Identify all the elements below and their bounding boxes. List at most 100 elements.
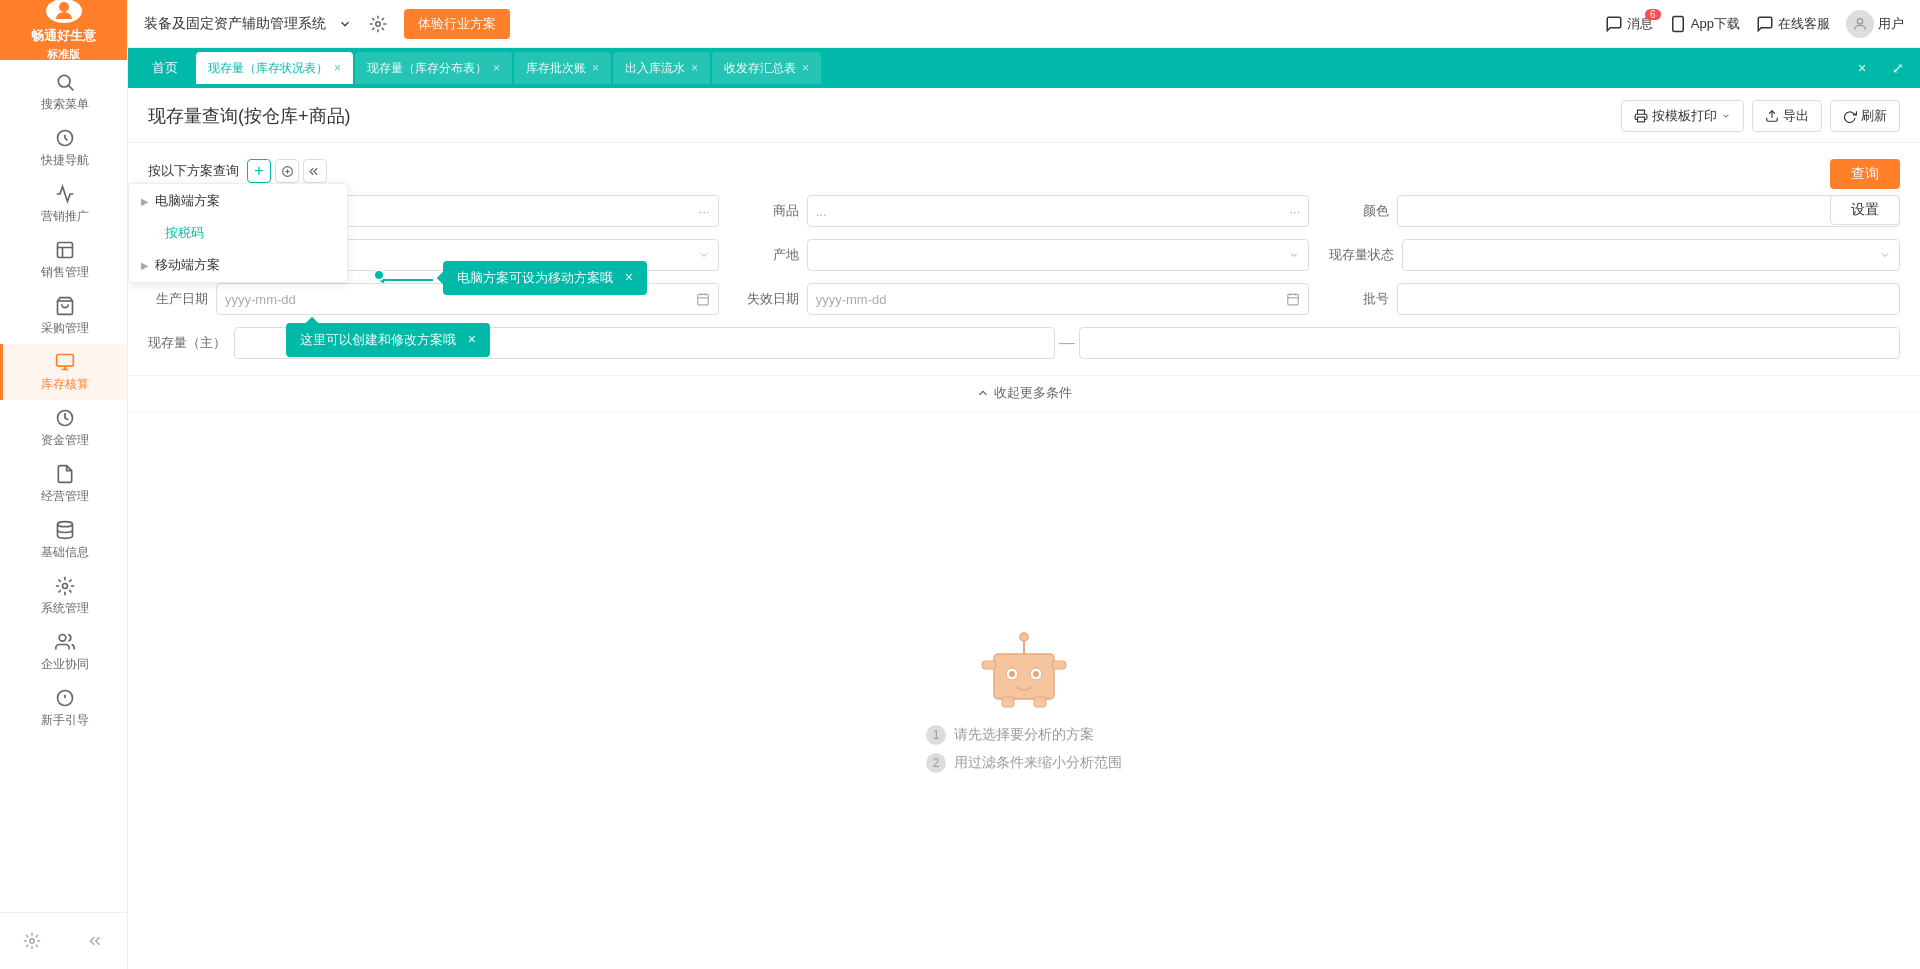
tab-inventory-dist-close[interactable]: × [493, 61, 500, 75]
export-btn[interactable]: 导出 [1752, 100, 1822, 132]
sidebar-item-operations[interactable]: 经营管理 [0, 456, 127, 512]
refresh-btn[interactable]: 刷新 [1830, 100, 1900, 132]
tab-batch-ledger-label: 库存批次账 [526, 60, 586, 77]
svg-rect-40 [1034, 697, 1046, 707]
svg-point-0 [59, 2, 69, 12]
user-btn[interactable]: 用户 [1846, 10, 1904, 38]
size-chevron [698, 249, 710, 261]
filter-header-btns: + [247, 159, 327, 183]
tab-batch-ledger[interactable]: 库存批次账 × [514, 52, 611, 84]
expiry-date-input[interactable]: yyyy-mm-dd [807, 283, 1310, 315]
sidebar-item-enterprise[interactable]: 企业协同 [0, 624, 127, 680]
sidebar-item-guide[interactable]: 快捷导航 [0, 120, 127, 176]
empty-tips: 1 请先选择要分析的方案 2 用过滤条件来缩小分析范围 [926, 725, 1122, 773]
empty-tip-2-text: 用过滤条件来缩小分析范围 [954, 754, 1122, 772]
scheme-tooltip-text: 电脑方案可设为移动方案哦 [457, 270, 613, 285]
export-label: 导出 [1783, 107, 1809, 125]
inventory-status-chevron [1879, 249, 1891, 261]
sidebar-item-newbie[interactable]: 新手引导 [0, 680, 127, 736]
sidebar-item-marketing[interactable]: 营销推广 [0, 176, 127, 232]
inventory-main-max[interactable] [1079, 327, 1900, 359]
empty-tip-1-text: 请先选择要分析的方案 [954, 726, 1094, 744]
sidebar-item-search-label: 搜索菜单 [41, 96, 89, 113]
svg-point-36 [1020, 633, 1028, 641]
sidebar-item-base[interactable]: 基础信息 [0, 512, 127, 568]
scheme-tooltip-close[interactable]: × [625, 269, 633, 285]
back-scheme-btn[interactable] [303, 159, 327, 183]
mobile-scheme-item[interactable]: ▶ 移动端方案 [129, 248, 347, 282]
tab-inventory-dist[interactable]: 现存量（库存分布表） × [355, 52, 512, 84]
tip-num-2: 2 [926, 753, 946, 773]
page-title: 现存量查询(按仓库+商品) [148, 104, 351, 138]
goods-select[interactable]: ... ··· [807, 195, 1310, 227]
sidebar: 畅通好生意 标准版 搜索菜单 快捷导航 营销推广 销售管理 采购管理 [0, 0, 128, 969]
color-select[interactable] [1397, 195, 1900, 227]
inventory-main-label: 现存量（主） [148, 334, 226, 352]
sidebar-bottom [0, 912, 127, 969]
tab-receive-summary-close[interactable]: × [802, 61, 809, 75]
collapse-btn-label: 收起更多条件 [994, 384, 1072, 402]
refresh-label: 刷新 [1861, 107, 1887, 125]
tab-inventory-status[interactable]: 现存量（库存状况表） × [196, 52, 353, 84]
sidebar-item-inventory[interactable]: 库存核算 [0, 344, 127, 400]
sidebar-item-system[interactable]: 系统管理 [0, 568, 127, 624]
inventory-status-select[interactable] [1402, 239, 1900, 271]
sidebar-item-purchase-label: 采购管理 [41, 320, 89, 337]
system-select[interactable] [338, 17, 352, 31]
search-btn[interactable]: 查询 [1830, 159, 1900, 189]
settings-gear-btn[interactable] [364, 10, 392, 38]
tip-num-1: 1 [926, 725, 946, 745]
origin-select[interactable] [807, 239, 1310, 271]
color-label: 颜色 [1329, 202, 1389, 220]
sidebar-item-finance-label: 资金管理 [41, 432, 89, 449]
online-support-btn[interactable]: 在线客服 [1756, 15, 1830, 33]
sidebar-item-purchase[interactable]: 采购管理 [0, 288, 127, 344]
edit-tooltip: 这里可以创建和修改方案哦 × [286, 323, 490, 357]
sidebar-item-sales[interactable]: 销售管理 [0, 232, 127, 288]
close-all-tabs-btn[interactable]: × [1848, 54, 1876, 82]
tooltip-arrow [431, 272, 443, 284]
production-date-placeholder: yyyy-mm-dd [225, 292, 296, 307]
filter-action-btns: 查询 设置 [1830, 159, 1900, 225]
page-header: 现存量查询(按仓库+商品) 按模板打印 导出 刷新 [128, 88, 1920, 143]
maximize-btn[interactable]: ⤢ [1884, 54, 1912, 82]
sidebar-item-search[interactable]: 搜索菜单 [0, 64, 127, 120]
svg-point-16 [1857, 18, 1862, 23]
tab-inventory-status-close[interactable]: × [334, 61, 341, 75]
goods-placeholder: ... [816, 204, 827, 219]
reset-btn[interactable]: 设置 [1830, 195, 1900, 225]
tab-home[interactable]: 首页 [136, 52, 194, 84]
settings-btn[interactable] [16, 925, 48, 957]
goods-label: 商品 [739, 202, 799, 220]
tab-receive-summary[interactable]: 收发存汇总表 × [712, 52, 821, 84]
scheme-name-tooltip: 电脑方案可设为移动方案哦 × [443, 261, 647, 295]
filter-row-inventory-status: 现存量状态 [1329, 239, 1900, 271]
sidebar-item-finance[interactable]: 资金管理 [0, 400, 127, 456]
edit-scheme-btn[interactable] [275, 159, 299, 183]
pc-scheme-item[interactable]: ▶ 电脑端方案 [129, 184, 347, 218]
svg-rect-22 [697, 294, 708, 305]
add-scheme-btn[interactable]: + [247, 159, 271, 183]
tab-batch-ledger-close[interactable]: × [592, 61, 599, 75]
collapse-btn[interactable]: 收起更多条件 [976, 384, 1072, 402]
batch-input[interactable] [1397, 283, 1900, 315]
message-btn[interactable]: 6 消息 [1605, 15, 1653, 33]
collapse-sidebar-btn[interactable] [79, 925, 111, 957]
industry-btn[interactable]: 体验行业方案 [404, 9, 510, 39]
user-label: 用户 [1878, 15, 1904, 33]
print-template-btn[interactable]: 按模板打印 [1621, 100, 1744, 132]
scheme-list: ▶ 电脑端方案 按税码 ▶ 移动端方案 [128, 183, 348, 283]
edit-tooltip-arrow [306, 311, 318, 323]
sidebar-item-system-label: 系统管理 [41, 600, 89, 617]
svg-point-8 [58, 521, 73, 526]
collapse-chevron-icon [976, 386, 990, 400]
edit-tooltip-close[interactable]: × [468, 331, 476, 347]
tab-inout-flow[interactable]: 出入库流水 × [613, 52, 710, 84]
expiry-date-label: 失效日期 [739, 290, 799, 308]
tab-inout-flow-close[interactable]: × [691, 61, 698, 75]
svg-point-32 [1009, 671, 1015, 677]
sub-pc-item[interactable]: 按税码 [153, 218, 347, 248]
app-download-btn[interactable]: App下载 [1669, 15, 1740, 33]
filter-row-expiry-date: 失效日期 yyyy-mm-dd [739, 283, 1310, 315]
logo-text: 畅通好生意 [31, 27, 96, 45]
